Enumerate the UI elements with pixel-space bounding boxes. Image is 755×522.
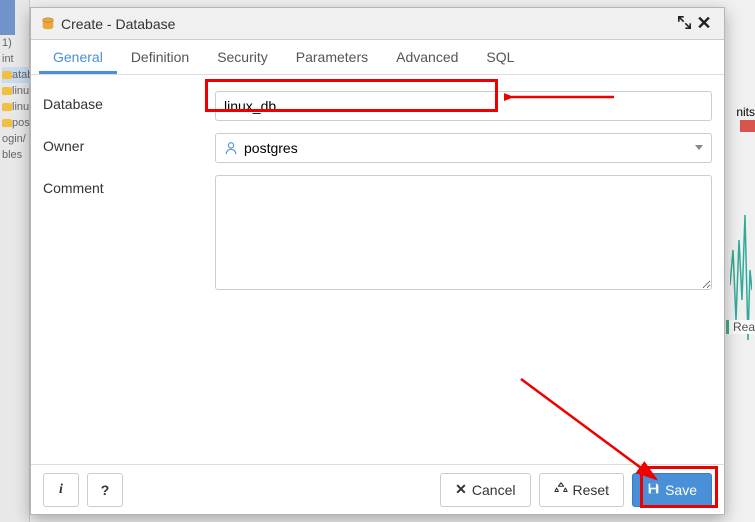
owner-select[interactable]: postgres [215, 133, 712, 163]
annotation-arrow-2 [516, 374, 686, 494]
help-button[interactable]: ? [87, 473, 123, 507]
dialog-tabs: General Definition Security Parameters A… [31, 40, 724, 75]
database-icon [41, 17, 55, 31]
legend-fragment: Rea [726, 320, 755, 334]
dialog-header[interactable]: Create - Database ✕ [31, 8, 724, 40]
tab-advanced[interactable]: Advanced [382, 40, 472, 74]
close-icon[interactable]: ✕ [694, 13, 714, 34]
annotation-arrow-1 [504, 88, 619, 106]
tab-parameters[interactable]: Parameters [282, 40, 382, 74]
tab-definition[interactable]: Definition [117, 40, 203, 74]
right-panel-strip: nits [727, 80, 755, 380]
database-input[interactable] [215, 91, 712, 121]
comment-label: Comment [43, 175, 215, 196]
chevron-down-icon [695, 145, 703, 150]
comment-textarea[interactable] [215, 175, 712, 290]
dialog-title: Create - Database [61, 16, 674, 32]
close-icon: ✕ [455, 481, 467, 498]
expand-icon[interactable] [674, 16, 694, 32]
object-tree-strip: 1) int ataba linu linu pos ogin/ bles [0, 35, 30, 235]
tab-general[interactable]: General [39, 40, 117, 74]
owner-label: Owner [43, 133, 215, 154]
database-label: Database [43, 91, 215, 112]
owner-value: postgres [244, 140, 298, 156]
tab-security[interactable]: Security [203, 40, 282, 74]
tab-sql[interactable]: SQL [472, 40, 528, 74]
info-button[interactable]: i [43, 473, 79, 507]
user-icon [224, 141, 238, 155]
